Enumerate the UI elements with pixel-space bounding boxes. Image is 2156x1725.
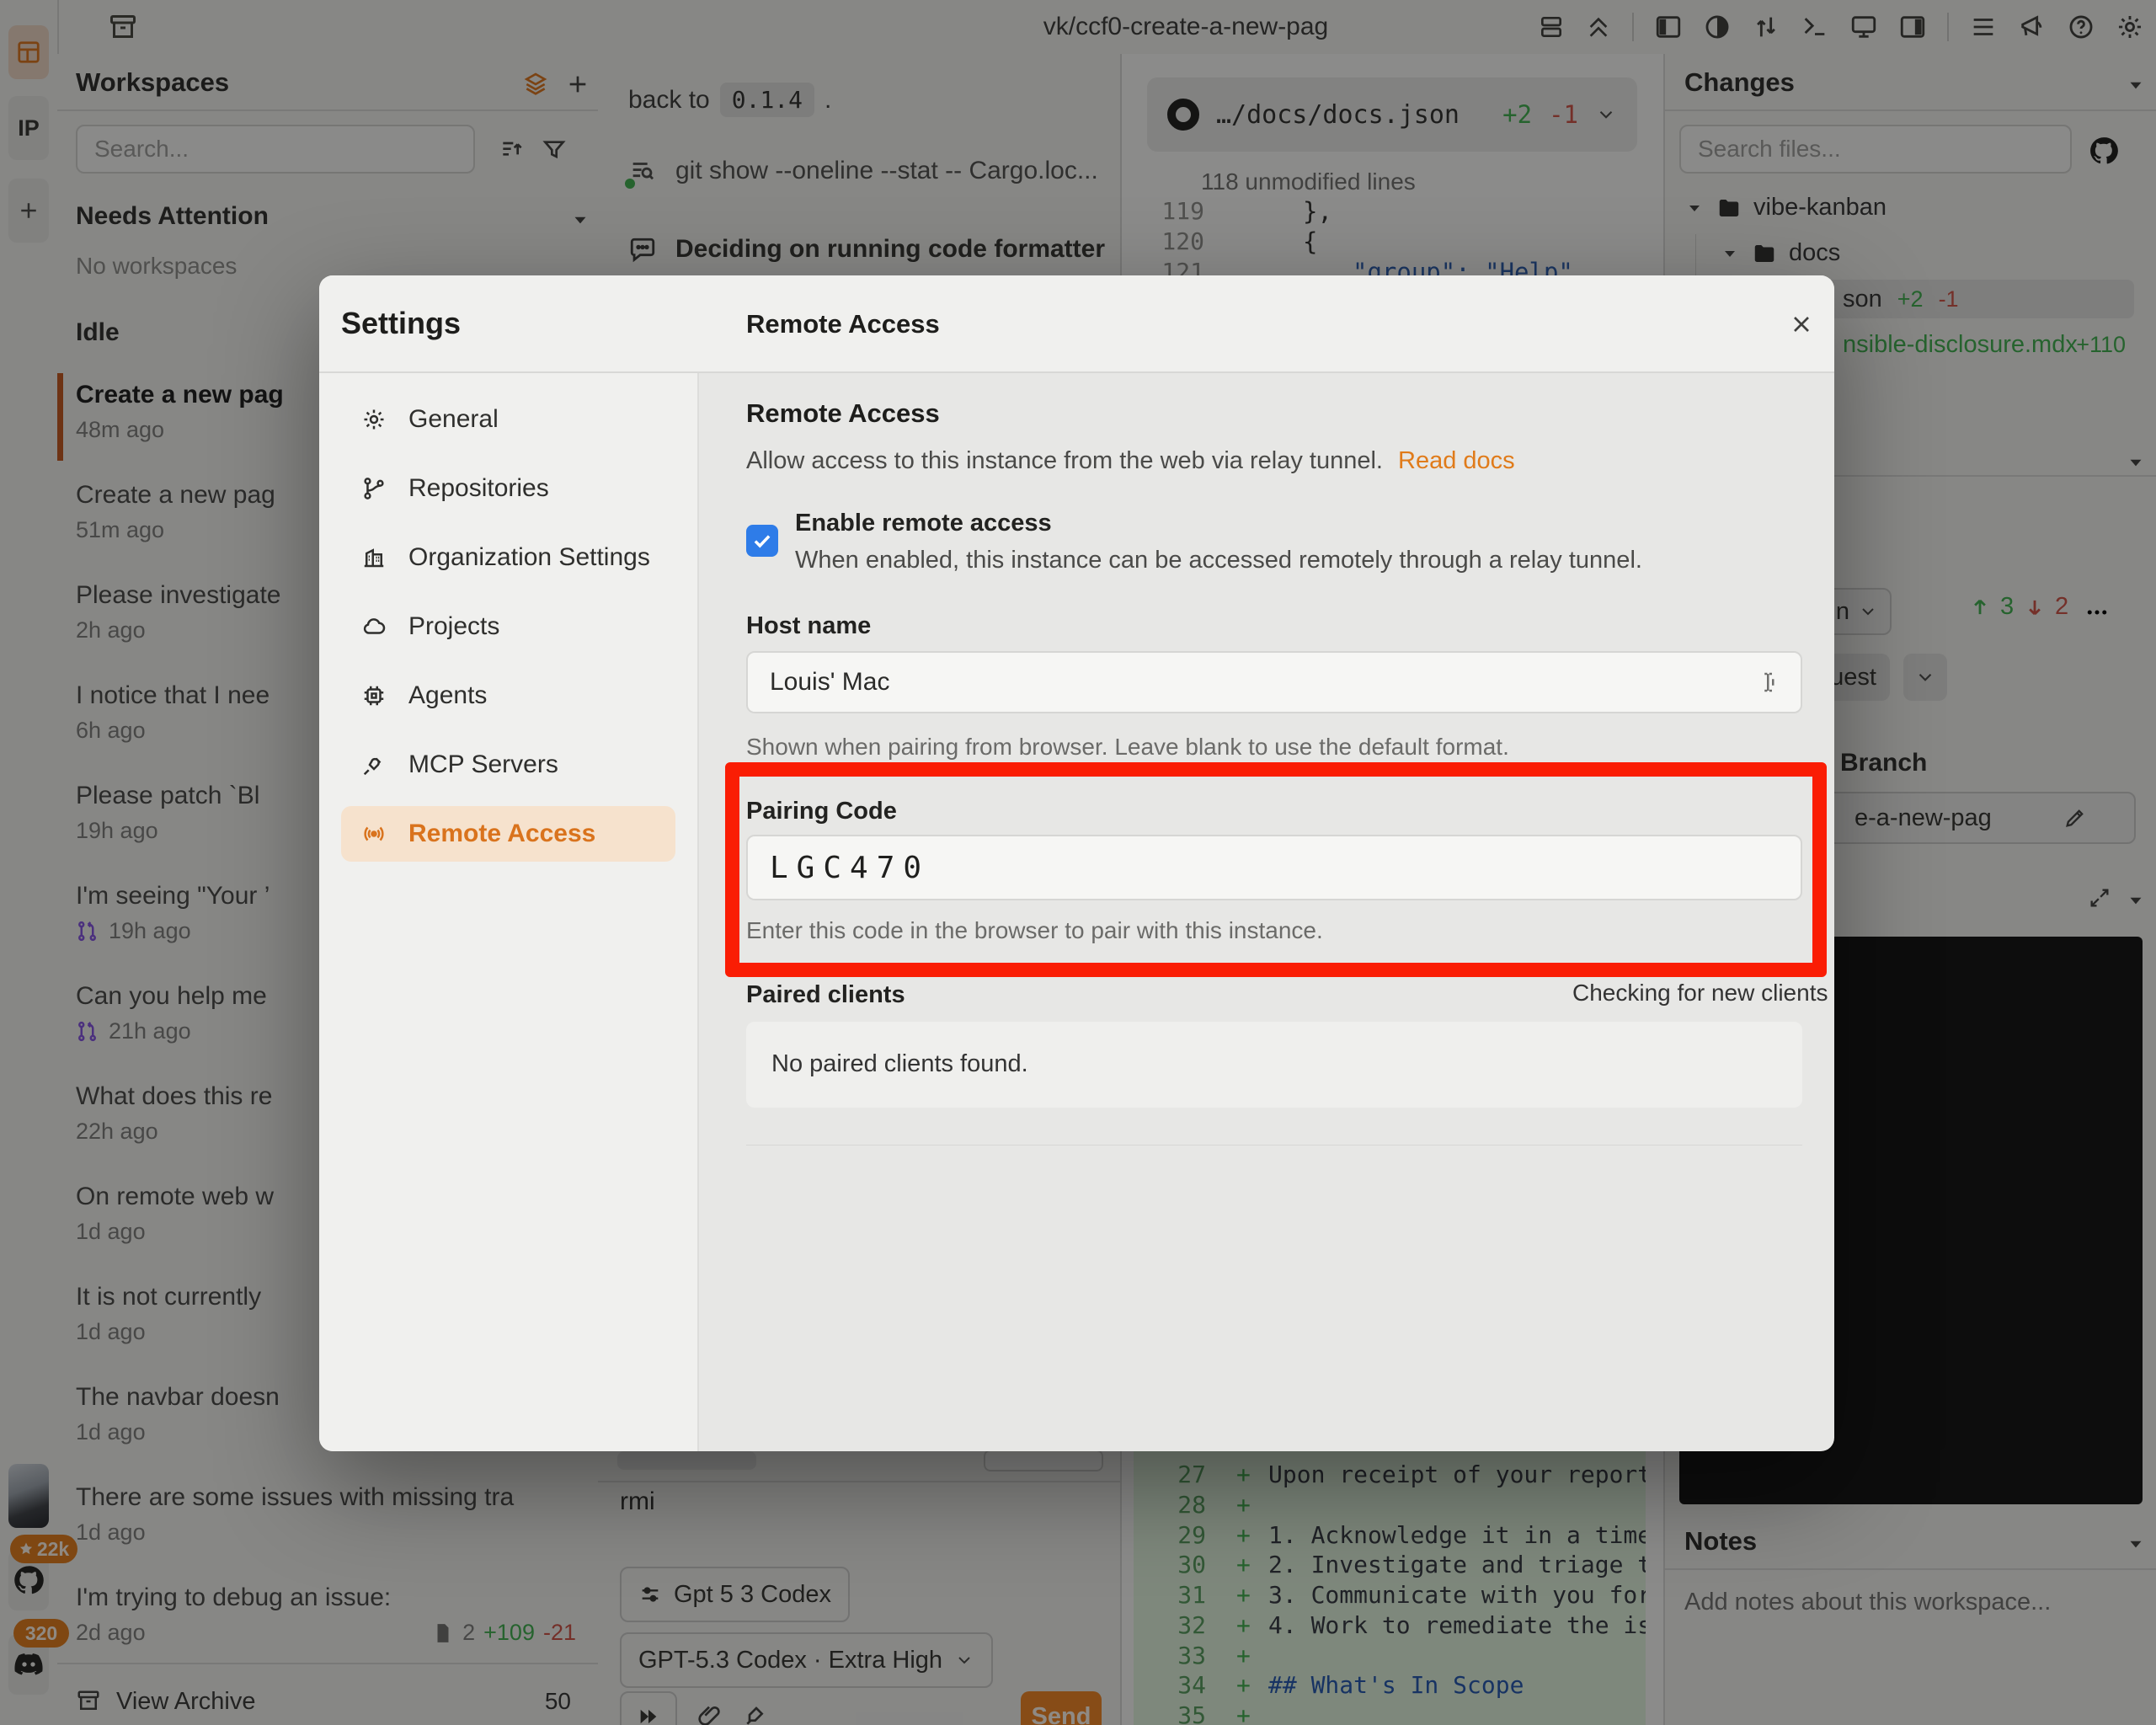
- host-name-field[interactable]: Louis' Mac: [746, 651, 1802, 713]
- git-branch-icon: [361, 476, 387, 501]
- nav-item-label: Projects: [408, 612, 499, 641]
- host-name-value: Louis' Mac: [770, 668, 889, 697]
- nav-item-repositories[interactable]: Repositories: [341, 461, 675, 516]
- broadcast-icon: [361, 821, 387, 846]
- nav-item-label: Repositories: [408, 474, 549, 503]
- paired-clients-label: Paired clients: [746, 981, 905, 1009]
- enable-remote-access-label[interactable]: Enable remote access: [795, 510, 1052, 537]
- host-name-label: Host name: [746, 612, 871, 640]
- annotation-highlight-box: [725, 762, 1827, 977]
- nav-item-organization-settings[interactable]: Organization Settings: [341, 530, 675, 585]
- nav-item-label: Agents: [408, 681, 487, 710]
- nav-item-label: Organization Settings: [408, 543, 650, 572]
- settings-title: Settings: [341, 306, 461, 341]
- nav-item-label: MCP Servers: [408, 750, 558, 779]
- building-icon: [361, 545, 387, 570]
- nav-item-general[interactable]: General: [341, 392, 675, 447]
- check-icon: [751, 530, 773, 552]
- nav-item-remote-access[interactable]: Remote Access: [341, 806, 675, 862]
- gear-icon: [361, 407, 387, 432]
- modal-header: [319, 275, 1834, 373]
- paired-clients-empty: No paired clients found.: [746, 1022, 1802, 1078]
- spinner-icon: [1535, 981, 1559, 1005]
- host-name-help: Shown when pairing from browser. Leave b…: [746, 734, 1509, 761]
- read-docs-link[interactable]: Read docs: [1398, 447, 1515, 474]
- cpu-icon: [361, 683, 387, 708]
- nav-item-agents[interactable]: Agents: [341, 668, 675, 724]
- enable-remote-access-sub: When enabled, this instance can be acces…: [795, 547, 1642, 574]
- cloud-icon: [361, 614, 387, 639]
- modal-section-header: Remote Access: [746, 309, 940, 339]
- nav-item-mcp-servers[interactable]: MCP Servers: [341, 737, 675, 793]
- remote-access-description: Allow access to this instance from the w…: [746, 447, 1515, 475]
- pairing-status: Checking for new clients: [1535, 980, 1828, 1007]
- paired-clients-card: No paired clients found.: [746, 1022, 1802, 1108]
- plug-icon: [361, 752, 387, 777]
- remote-access-heading: Remote Access: [746, 398, 940, 429]
- close-icon[interactable]: [1788, 311, 1815, 338]
- nav-item-projects[interactable]: Projects: [341, 599, 675, 654]
- nav-item-label: General: [408, 405, 499, 434]
- nav-item-label: Remote Access: [408, 820, 595, 848]
- text-cursor-icon: [1755, 670, 1780, 695]
- pairing-status-text: Checking for new clients: [1572, 980, 1828, 1007]
- app-window: vk/ccf0-create-a-new-pag IP: [0, 0, 2156, 1725]
- enable-remote-access-checkbox[interactable]: [746, 525, 778, 557]
